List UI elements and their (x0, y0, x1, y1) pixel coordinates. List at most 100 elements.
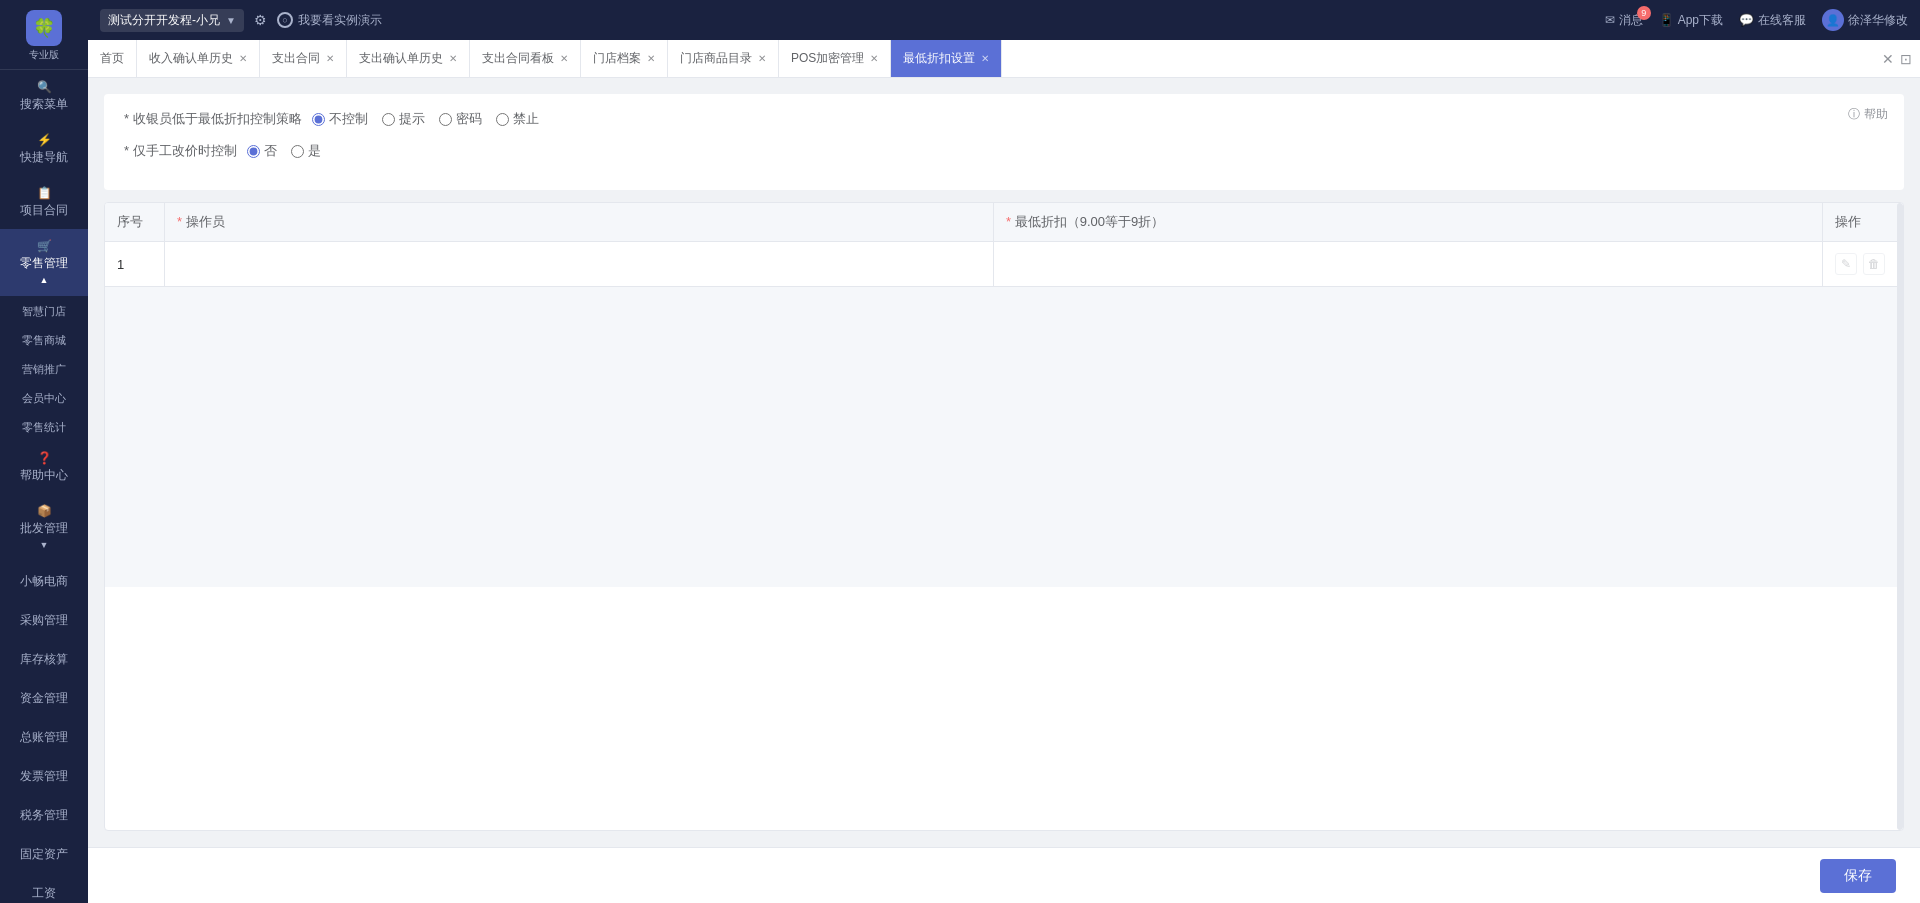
tabbar-actions: ✕ ⊡ (1874, 51, 1920, 67)
sidebar-logo: 🍀 专业版 (0, 0, 88, 70)
radio-no-input[interactable] (247, 145, 260, 158)
tab-payment-contract[interactable]: 支出合同 ✕ (260, 40, 347, 78)
sidebar-item-search-menu[interactable]: 🔍 搜索菜单 (0, 70, 88, 123)
sidebar-item-help-center[interactable]: ❓ 帮助中心 (0, 441, 88, 494)
sidebar-item-member-center[interactable]: 会员中心 (0, 383, 88, 412)
edit-button[interactable]: ✎ (1835, 253, 1857, 275)
delete-button[interactable]: 🗑 (1863, 253, 1885, 275)
sidebar-item-retail-mall[interactable]: 零售商城 (0, 325, 88, 354)
app-logo-icon: 🍀 (26, 10, 62, 46)
sidebar-item-capital-mgmt[interactable]: 资金管理 (0, 678, 88, 717)
radio-no[interactable]: 否 (247, 142, 277, 160)
close-tab-icon[interactable]: ✕ (1882, 51, 1894, 67)
th-actions: 操作 (1823, 203, 1903, 241)
discount-table: 序号 * 操作员 * 最低折扣（9.00等于9折） 操作 1 (104, 202, 1904, 831)
radio-forbid-input[interactable] (496, 113, 509, 126)
close-icon[interactable]: ✕ (326, 53, 334, 64)
sidebar-item-inventory[interactable]: 库存核算 (0, 639, 88, 678)
main-area: 测试分开开发程-小兄 ▼ ⚙ ○ 我要看实例演示 ✉ 消息 9 📱 App下载 … (88, 0, 1920, 903)
tabbar: 首页 收入确认单历史 ✕ 支出合同 ✕ 支出确认单历史 ✕ 支出合同看板 ✕ 门… (88, 40, 1920, 78)
radio-yes[interactable]: 是 (291, 142, 321, 160)
radio-password-input[interactable] (439, 113, 452, 126)
radio-password[interactable]: 密码 (439, 110, 482, 128)
radio-remind-label: 提示 (399, 110, 425, 128)
sidebar-item-quick-nav[interactable]: ⚡ 快捷导航 (0, 123, 88, 176)
sidebar-item-retail-stats[interactable]: 零售统计 (0, 412, 88, 441)
online-support-label: 在线客服 (1758, 12, 1806, 29)
tab-payment-contract-board[interactable]: 支出合同看板 ✕ (470, 40, 581, 78)
message-icon: ✉ (1605, 13, 1615, 27)
help-icon: ❓ (4, 451, 84, 465)
tab-label: 收入确认单历史 (149, 50, 233, 67)
tab-label: 门店商品目录 (680, 50, 752, 67)
close-icon[interactable]: ✕ (239, 53, 247, 64)
radio-remind-input[interactable] (382, 113, 395, 126)
expand-icon[interactable]: ⊡ (1900, 51, 1912, 67)
sidebar-item-invoice-mgmt[interactable]: 发票管理 (0, 756, 88, 795)
sidebar-item-tax-mgmt[interactable]: 税务管理 (0, 795, 88, 834)
chevron-down-icon: ▲ (40, 275, 49, 285)
cashier-policy-label: * 收银员低于最低折扣控制策略 (124, 110, 302, 128)
tab-label: 支出确认单历史 (359, 50, 443, 67)
help-button[interactable]: ⓘ 帮助 (1848, 106, 1888, 123)
demo-button[interactable]: ○ 我要看实例演示 (277, 12, 382, 29)
messages-button[interactable]: ✉ 消息 9 (1605, 12, 1643, 29)
sidebar-item-ledger-mgmt[interactable]: 总账管理 (0, 717, 88, 756)
sidebar-item-salary[interactable]: 工资 (0, 873, 88, 903)
td-min-discount[interactable] (994, 242, 1823, 286)
current-tab-label: 测试分开开发程-小兄 (108, 12, 220, 29)
close-icon[interactable]: ✕ (981, 53, 989, 64)
footer: 保存 (88, 847, 1920, 903)
tab-label: 门店档案 (593, 50, 641, 67)
online-support-button[interactable]: 💬 在线客服 (1739, 12, 1806, 29)
tab-home[interactable]: 首页 (88, 40, 137, 78)
close-icon[interactable]: ✕ (647, 53, 655, 64)
sidebar-item-fixed-assets[interactable]: 固定资产 (0, 834, 88, 873)
tab-pos-password-mgmt[interactable]: POS加密管理 ✕ (779, 40, 891, 78)
sidebar-item-project-contract[interactable]: 📋 项目合同 (0, 176, 88, 229)
save-button[interactable]: 保存 (1820, 859, 1896, 893)
search-icon: 🔍 (4, 80, 84, 94)
app-download-button[interactable]: 📱 App下载 (1659, 12, 1723, 29)
sidebar-item-marketing[interactable]: 营销推广 (0, 354, 88, 383)
radio-no-control[interactable]: 不控制 (312, 110, 368, 128)
close-icon[interactable]: ✕ (870, 53, 878, 64)
app-version-label: 专业版 (29, 49, 59, 61)
tab-min-discount-settings[interactable]: 最低折扣设置 ✕ (891, 40, 1002, 78)
th-seq: 序号 (105, 203, 165, 241)
topbar-gear-icon[interactable]: ⚙ (254, 12, 267, 28)
radio-no-control-label: 不控制 (329, 110, 368, 128)
radio-no-control-input[interactable] (312, 113, 325, 126)
radio-yes-input[interactable] (291, 145, 304, 158)
radio-forbid[interactable]: 禁止 (496, 110, 539, 128)
radio-forbid-label: 禁止 (513, 110, 539, 128)
tab-label: 支出合同 (272, 50, 320, 67)
user-profile-button[interactable]: 👤 徐泽华修改 (1822, 9, 1908, 31)
sidebar-item-ecommerce[interactable]: 小畅电商 (0, 561, 88, 600)
sidebar-item-smart-store[interactable]: 智慧门店 (0, 296, 88, 325)
chevron-down-icon: ▼ (40, 540, 49, 550)
home-tab-label: 首页 (100, 50, 124, 67)
tab-income-confirm-history[interactable]: 收入确认单历史 ✕ (137, 40, 260, 78)
close-icon[interactable]: ✕ (560, 53, 568, 64)
sidebar-item-wholesale-mgmt[interactable]: 📦 批发管理 ▼ (0, 494, 88, 561)
td-operator[interactable] (165, 242, 994, 286)
manual-price-row: * 仅手工改价时控制 否 是 (124, 142, 1884, 160)
sidebar: 🍀 专业版 🔍 搜索菜单 ⚡ 快捷导航 📋 项目合同 🛒 零售管理 ▲ 智慧门店… (0, 0, 88, 903)
close-icon[interactable]: ✕ (449, 53, 457, 64)
form-card: ⓘ 帮助 * 收银员低于最低折扣控制策略 不控制 提示 密码 (104, 94, 1904, 190)
wholesale-icon: 📦 (4, 504, 84, 518)
sidebar-item-purchase-mgmt[interactable]: 采购管理 (0, 600, 88, 639)
radio-remind[interactable]: 提示 (382, 110, 425, 128)
th-min-discount-label: 最低折扣（9.00等于9折） (1015, 214, 1165, 229)
retail-icon: 🛒 (4, 239, 84, 253)
radio-yes-label: 是 (308, 142, 321, 160)
tab-store-goods-catalog[interactable]: 门店商品目录 ✕ (668, 40, 779, 78)
tab-store-archive[interactable]: 门店档案 ✕ (581, 40, 668, 78)
topbar: 测试分开开发程-小兄 ▼ ⚙ ○ 我要看实例演示 ✉ 消息 9 📱 App下载 … (88, 0, 1920, 40)
current-tab-info[interactable]: 测试分开开发程-小兄 ▼ (100, 9, 244, 32)
close-icon[interactable]: ✕ (758, 53, 766, 64)
tab-payment-confirm-history[interactable]: 支出确认单历史 ✕ (347, 40, 470, 78)
sidebar-item-retail-mgmt[interactable]: 🛒 零售管理 ▲ (0, 229, 88, 296)
app-download-label: App下载 (1678, 12, 1723, 29)
